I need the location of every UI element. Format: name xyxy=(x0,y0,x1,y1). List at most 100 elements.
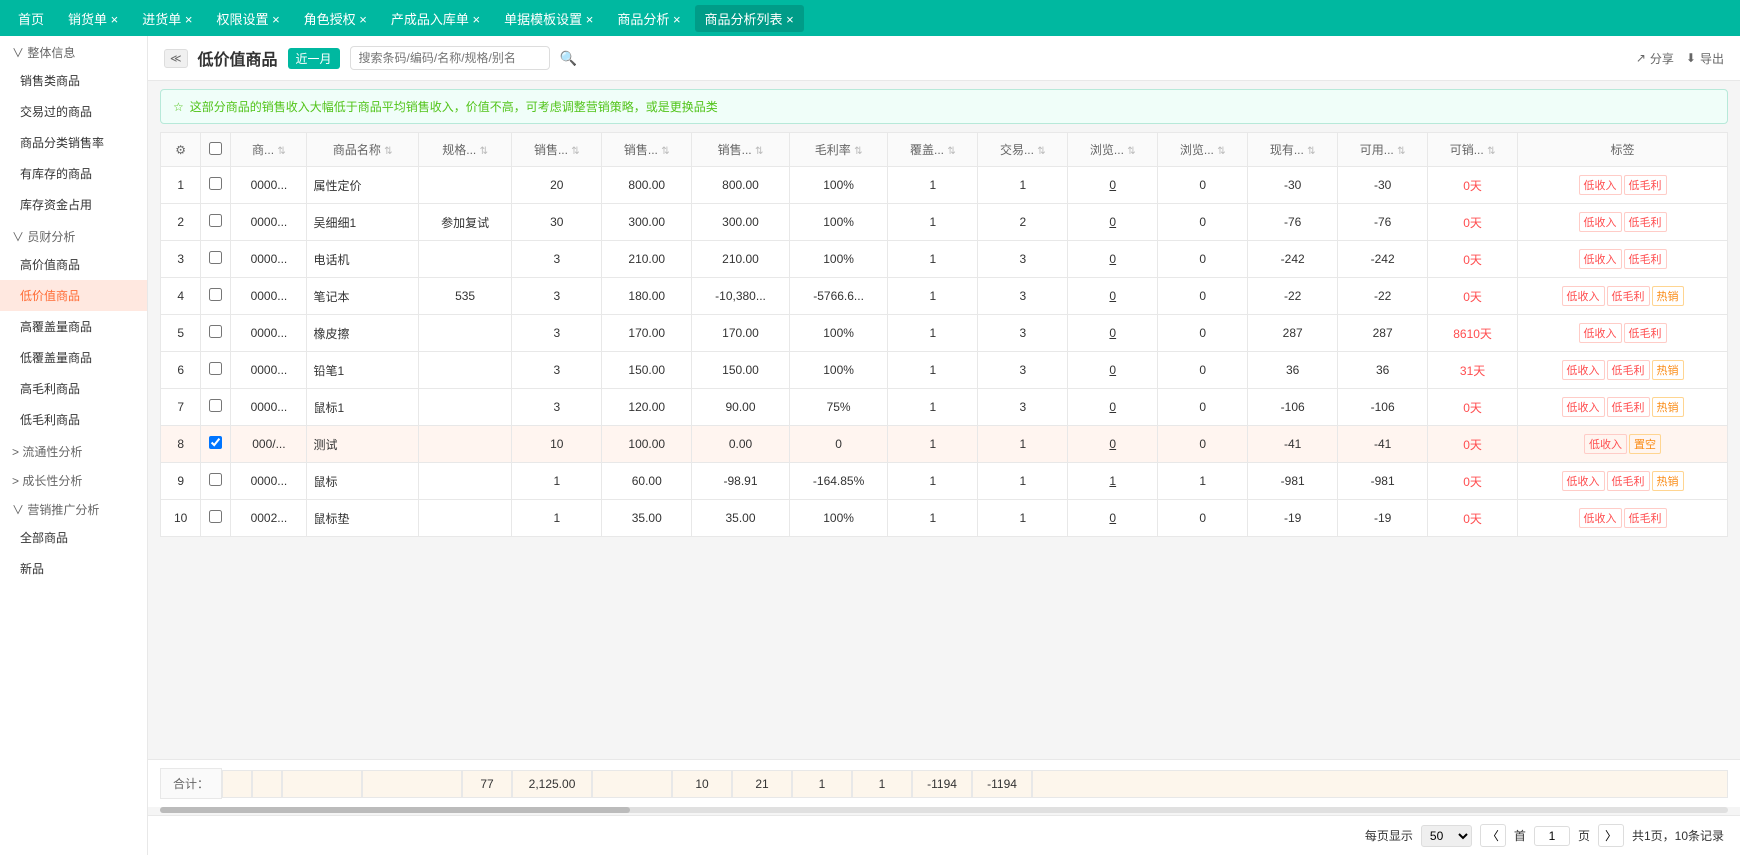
col-current[interactable]: 现有... ⇅ xyxy=(1248,133,1338,167)
row-select-checkbox[interactable] xyxy=(209,473,222,486)
row-col7[interactable]: 0 xyxy=(1068,167,1158,204)
row-col7[interactable]: 0 xyxy=(1068,204,1158,241)
view-link[interactable]: 0 xyxy=(1109,437,1116,451)
view-link[interactable]: 0 xyxy=(1109,363,1116,377)
nav-template[interactable]: 单据模板设置 × xyxy=(494,5,603,32)
col-trade[interactable]: 交易... ⇅ xyxy=(978,133,1068,167)
row-checkbox[interactable] xyxy=(201,500,231,537)
col-view2[interactable]: 浏览... ⇅ xyxy=(1158,133,1248,167)
row-col7[interactable]: 1 xyxy=(1068,463,1158,500)
row-select-checkbox[interactable] xyxy=(209,510,222,523)
row-name[interactable]: 橡皮擦 xyxy=(307,315,418,352)
col-spec[interactable]: 规格... ⇅ xyxy=(418,133,511,167)
row-name[interactable]: 测试 xyxy=(307,426,418,463)
collapse-sidebar-button[interactable]: ≪ xyxy=(164,49,188,68)
col-tags[interactable]: 标签 xyxy=(1518,133,1728,167)
row-col7[interactable]: 0 xyxy=(1068,500,1158,537)
sidebar-item-new-products[interactable]: 新品 xyxy=(0,553,147,584)
sidebar-item-inventory-capital[interactable]: 库存资金占用 xyxy=(0,189,147,220)
sidebar-item-category-sales-rate[interactable]: 商品分类销售率 xyxy=(0,127,147,158)
sidebar-item-high-coverage[interactable]: 高覆盖量商品 xyxy=(0,311,147,342)
row-checkbox[interactable] xyxy=(201,352,231,389)
view-link[interactable]: 0 xyxy=(1109,178,1116,192)
view-link[interactable]: 0 xyxy=(1109,400,1116,414)
row-name[interactable]: 笔记本 xyxy=(307,278,418,315)
view-link[interactable]: 0 xyxy=(1109,289,1116,303)
sidebar-group-marketing[interactable]: ∨ 营销推广分析 xyxy=(0,493,147,522)
row-checkbox[interactable] xyxy=(201,426,231,463)
view-link[interactable]: 0 xyxy=(1109,326,1116,340)
col-sales1[interactable]: 销售... ⇅ xyxy=(512,133,602,167)
search-input[interactable] xyxy=(350,46,550,70)
nav-sales-order[interactable]: 销货单 × xyxy=(58,5,128,32)
row-checkbox[interactable] xyxy=(201,167,231,204)
nav-product-in[interactable]: 产成品入库单 × xyxy=(381,5,490,32)
row-checkbox[interactable] xyxy=(201,204,231,241)
row-name[interactable]: 鼠标 xyxy=(307,463,418,500)
row-select-checkbox[interactable] xyxy=(209,325,222,338)
nav-purchase-order[interactable]: 进货单 × xyxy=(132,5,202,32)
row-checkbox[interactable] xyxy=(201,315,231,352)
row-checkbox[interactable] xyxy=(201,463,231,500)
row-select-checkbox[interactable] xyxy=(209,251,222,264)
col-sales2[interactable]: 销售... ⇅ xyxy=(602,133,692,167)
view-link[interactable]: 0 xyxy=(1109,511,1116,525)
sidebar-item-sales-products[interactable]: 销售类商品 xyxy=(0,65,147,96)
row-col7[interactable]: 0 xyxy=(1068,389,1158,426)
col-sales3[interactable]: 销售... ⇅ xyxy=(692,133,790,167)
row-col7[interactable]: 0 xyxy=(1068,278,1158,315)
col-name[interactable]: 商品名称 ⇅ xyxy=(307,133,418,167)
col-coverage[interactable]: 覆盖... ⇅ xyxy=(888,133,978,167)
col-sellable[interactable]: 可销... ⇅ xyxy=(1428,133,1518,167)
sidebar-item-traded-products[interactable]: 交易过的商品 xyxy=(0,96,147,127)
view-link[interactable]: 1 xyxy=(1109,474,1116,488)
sidebar-item-low-value[interactable]: 低价值商品 xyxy=(0,280,147,311)
sidebar-group-growth[interactable]: > 成长性分析 xyxy=(0,464,147,493)
col-view1[interactable]: 浏览... ⇅ xyxy=(1068,133,1158,167)
nav-role-auth[interactable]: 角色授权 × xyxy=(294,5,377,32)
view-link[interactable]: 0 xyxy=(1109,252,1116,266)
row-checkbox[interactable] xyxy=(201,278,231,315)
row-col7[interactable]: 0 xyxy=(1068,352,1158,389)
per-page-select[interactable]: 50 100 200 xyxy=(1421,825,1472,847)
row-select-checkbox[interactable] xyxy=(209,214,222,227)
row-select-checkbox[interactable] xyxy=(209,177,222,190)
sidebar-group-overall[interactable]: ∨ 整体信息 xyxy=(0,36,147,65)
row-select-checkbox[interactable] xyxy=(209,362,222,375)
col-checkbox[interactable] xyxy=(201,133,231,167)
row-select-checkbox[interactable] xyxy=(209,288,222,301)
row-name[interactable]: 吴细细1 xyxy=(307,204,418,241)
nav-home[interactable]: 首页 xyxy=(8,5,54,32)
export-button[interactable]: ⬇ 导出 xyxy=(1686,50,1724,67)
col-margin[interactable]: 毛利率 ⇅ xyxy=(789,133,888,167)
next-page-button[interactable]: 〉 xyxy=(1598,824,1624,847)
select-all-checkbox[interactable] xyxy=(209,142,222,155)
sidebar-item-all-products[interactable]: 全部商品 xyxy=(0,522,147,553)
row-name[interactable]: 属性定价 xyxy=(307,167,418,204)
sidebar-group-circulation[interactable]: > 流通性分析 xyxy=(0,435,147,464)
search-icon[interactable]: 🔍 xyxy=(560,50,577,67)
row-name[interactable]: 铅笔1 xyxy=(307,352,418,389)
first-page-button[interactable]: 〈 xyxy=(1480,824,1506,847)
col-code[interactable]: 商... ⇅ xyxy=(231,133,307,167)
view-link[interactable]: 0 xyxy=(1109,215,1116,229)
row-col7[interactable]: 0 xyxy=(1068,241,1158,278)
table-container[interactable]: ⚙ 商... ⇅ 商品名称 ⇅ 规格... ⇅ 销售... ⇅ 销售... ⇅ … xyxy=(148,124,1740,759)
nav-permissions[interactable]: 权限设置 × xyxy=(206,5,289,32)
row-checkbox[interactable] xyxy=(201,389,231,426)
sidebar-item-low-margin[interactable]: 低毛利商品 xyxy=(0,404,147,435)
filter-tag-button[interactable]: 近一月 xyxy=(288,48,340,69)
nav-product-analysis-list[interactable]: 商品分析列表 × xyxy=(695,5,804,32)
settings-icon[interactable]: ⚙ xyxy=(175,143,186,157)
row-col7[interactable]: 0 xyxy=(1068,426,1158,463)
sidebar-item-high-value[interactable]: 高价值商品 xyxy=(0,249,147,280)
nav-product-analysis[interactable]: 商品分析 × xyxy=(607,5,690,32)
row-name[interactable]: 鼠标垫 xyxy=(307,500,418,537)
sidebar-group-employee-finance[interactable]: ∨ 员财分析 xyxy=(0,220,147,249)
row-name[interactable]: 鼠标1 xyxy=(307,389,418,426)
sidebar-item-low-coverage[interactable]: 低覆盖量商品 xyxy=(0,342,147,373)
sidebar-item-high-margin[interactable]: 高毛利商品 xyxy=(0,373,147,404)
row-name[interactable]: 电话机 xyxy=(307,241,418,278)
share-button[interactable]: ↗ 分享 xyxy=(1636,50,1674,67)
row-col7[interactable]: 0 xyxy=(1068,315,1158,352)
